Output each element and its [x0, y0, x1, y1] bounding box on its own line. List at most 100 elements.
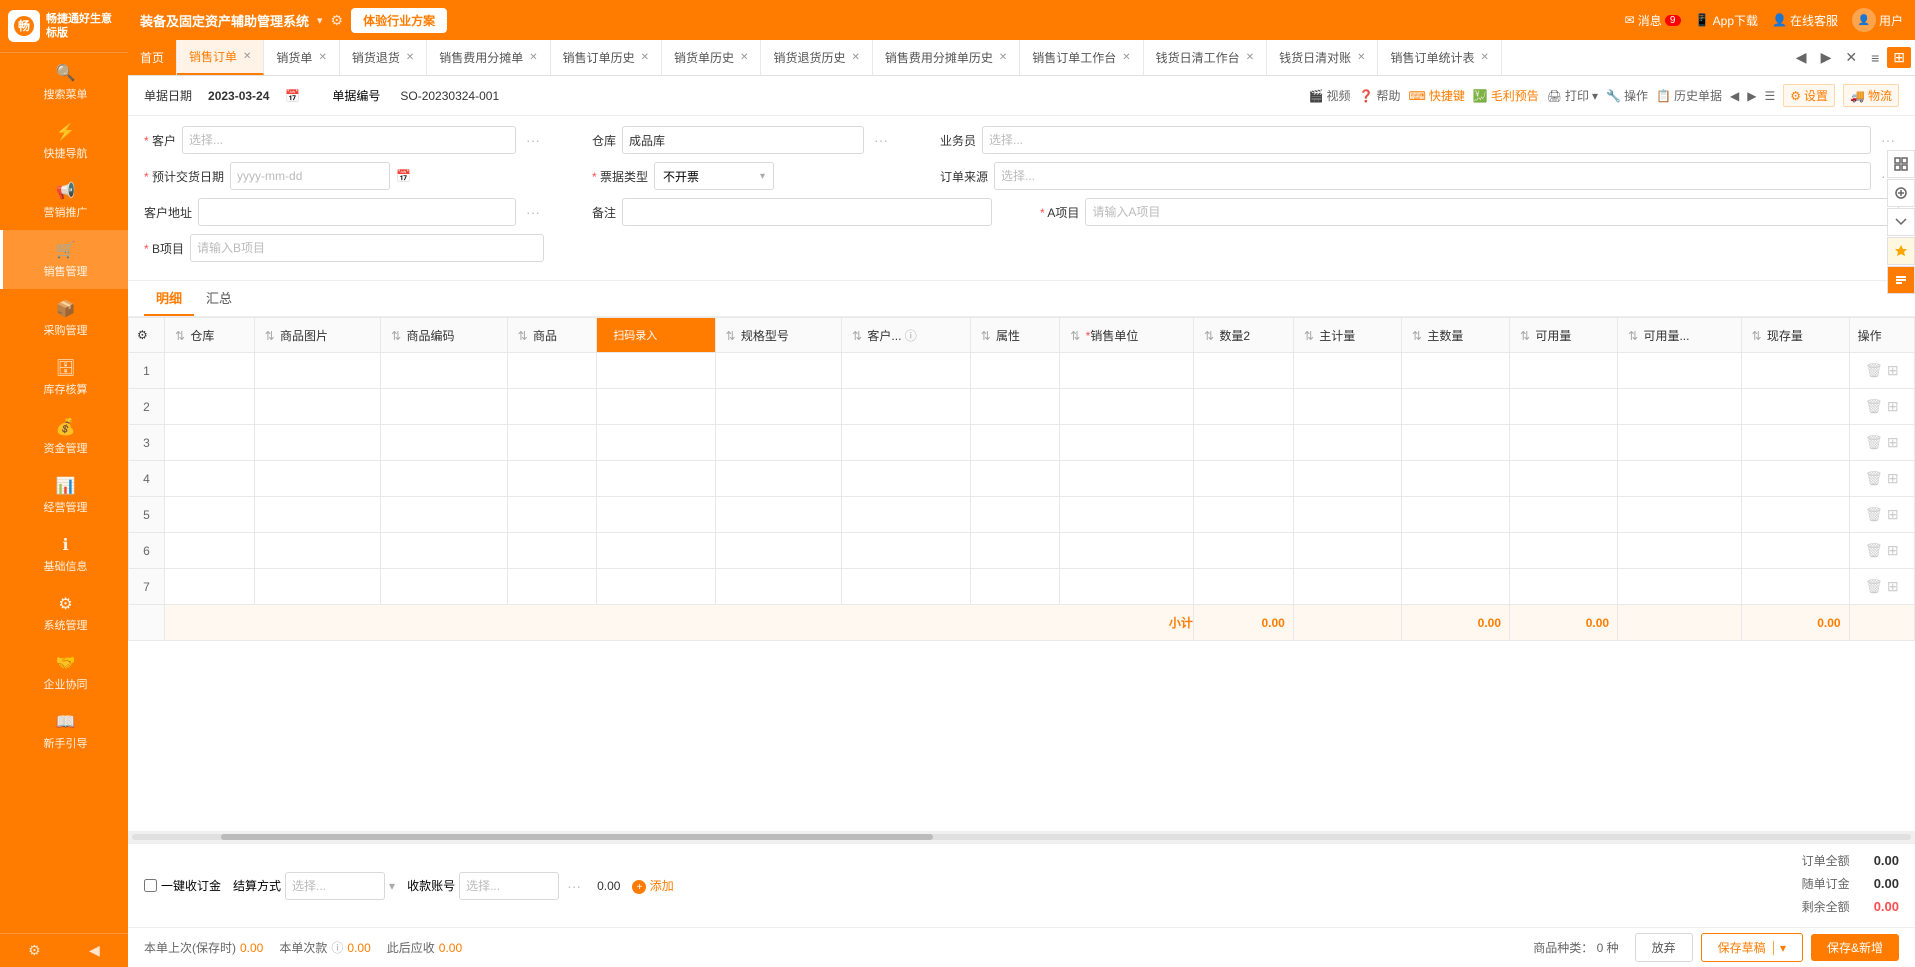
- copy-row-icon[interactable]: ⊞: [1887, 542, 1899, 559]
- table-wrapper[interactable]: ⚙ ⇅ 仓库 ⇅ 商品图片 ⇅ 商品编码 ⇅ 商品 扫码录入 ⇅ 规格型号 ⇅ …: [128, 317, 1915, 831]
- drag-handle[interactable]: ⇅: [1068, 329, 1082, 343]
- cell-spec[interactable]: [715, 353, 842, 389]
- cell-available2[interactable]: [1618, 497, 1741, 533]
- print-btn[interactable]: 🖨 打印 ▾: [1547, 87, 1598, 104]
- cell-product-img[interactable]: [254, 569, 381, 605]
- cell-spec[interactable]: [715, 389, 842, 425]
- cell-product[interactable]: [507, 353, 597, 389]
- cell-scan[interactable]: [597, 533, 715, 569]
- cell-customer-code[interactable]: [842, 533, 971, 569]
- tab-sales-return-history[interactable]: 销货退货历史 ✕: [761, 40, 872, 75]
- cell-qty2[interactable]: [1193, 497, 1293, 533]
- operation-btn[interactable]: 🔧 操作: [1606, 87, 1648, 104]
- b-project-input[interactable]: [190, 234, 544, 262]
- cell-attr[interactable]: [970, 389, 1060, 425]
- drag-handle[interactable]: ⇅: [1410, 329, 1424, 343]
- sidebar-item-system[interactable]: ⚙ 系统管理: [0, 584, 128, 643]
- cell-warehouse[interactable]: [165, 425, 255, 461]
- cell-qty2[interactable]: [1193, 533, 1293, 569]
- cell-warehouse[interactable]: [165, 389, 255, 425]
- tab-close-icon[interactable]: ✕: [1481, 52, 1489, 63]
- sidebar-item-baseinfo[interactable]: ℹ 基础信息: [0, 525, 128, 584]
- cell-product[interactable]: [507, 497, 597, 533]
- cell-main-unit[interactable]: [1293, 353, 1401, 389]
- cell-product-img[interactable]: [254, 497, 381, 533]
- sidebar-item-purchase[interactable]: 📦 采购管理: [0, 289, 128, 348]
- logistics-btn[interactable]: 🚚 物流: [1843, 84, 1899, 107]
- sidebar-item-newuser[interactable]: 📖 新手引导: [0, 702, 128, 761]
- cell-product-code[interactable]: [381, 461, 508, 497]
- tab-close-icon[interactable]: ✕: [243, 51, 251, 62]
- tab-close-icon[interactable]: ✕: [529, 52, 537, 63]
- sidebar-item-finance[interactable]: 💰 资金管理: [0, 407, 128, 466]
- cell-available[interactable]: [1510, 389, 1618, 425]
- cell-qty2[interactable]: [1193, 353, 1293, 389]
- tab-close-icon[interactable]: ✕: [318, 52, 326, 63]
- cell-current-stock[interactable]: [1741, 497, 1849, 533]
- cell-product-code[interactable]: [381, 497, 508, 533]
- cell-warehouse[interactable]: [165, 533, 255, 569]
- salesperson-input[interactable]: [982, 126, 1871, 154]
- customer-input[interactable]: [182, 126, 516, 154]
- tab-detail[interactable]: 明细: [144, 281, 194, 316]
- horizontal-scrollbar[interactable]: [128, 831, 1915, 843]
- cell-main-qty[interactable]: [1401, 533, 1509, 569]
- cell-main-unit[interactable]: [1293, 425, 1401, 461]
- grid-view-btn[interactable]: ☰: [1764, 89, 1775, 103]
- cell-available[interactable]: [1510, 497, 1618, 533]
- sidebar-item-operations[interactable]: 📊 经营管理: [0, 466, 128, 525]
- drag-handle[interactable]: ⇅: [1202, 329, 1216, 343]
- discard-btn[interactable]: 放弃: [1635, 933, 1693, 962]
- cell-customer-code[interactable]: [842, 425, 971, 461]
- cell-product[interactable]: [507, 389, 597, 425]
- cell-main-qty[interactable]: [1401, 389, 1509, 425]
- sidebar-item-search[interactable]: 🔍 搜索菜单: [0, 53, 128, 112]
- salesperson-more-btn[interactable]: ···: [1877, 132, 1899, 148]
- tab-sales-order-history[interactable]: 销售订单历史 ✕: [551, 40, 662, 75]
- cell-scan[interactable]: [597, 569, 715, 605]
- cell-available2[interactable]: [1618, 569, 1741, 605]
- drag-handle[interactable]: ⇅: [173, 329, 187, 343]
- tab-prev-btn[interactable]: ◀: [1790, 49, 1813, 66]
- delete-row-icon[interactable]: 🗑: [1865, 362, 1883, 379]
- cell-current-stock[interactable]: [1741, 569, 1849, 605]
- tab-close-icon[interactable]: ✕: [1246, 52, 1254, 63]
- cell-scan[interactable]: [597, 389, 715, 425]
- cell-product[interactable]: [507, 533, 597, 569]
- copy-row-icon[interactable]: ⊞: [1887, 578, 1899, 595]
- cell-scan[interactable]: [597, 461, 715, 497]
- drag-handle[interactable]: ⇅: [979, 329, 993, 343]
- cell-product[interactable]: [507, 569, 597, 605]
- cell-spec[interactable]: [715, 461, 842, 497]
- cell-main-qty[interactable]: [1401, 569, 1509, 605]
- save-draft-btn[interactable]: 保存草稿 ▾: [1701, 933, 1803, 962]
- right-panel-btn-1[interactable]: [1887, 150, 1915, 178]
- cell-current-stock[interactable]: [1741, 461, 1849, 497]
- shortcut-btn[interactable]: ⌨ 快捷键: [1408, 87, 1464, 104]
- cell-product-img[interactable]: [254, 533, 381, 569]
- message-btn[interactable]: ✉ 消息 9: [1625, 12, 1681, 29]
- save-draft-dropdown[interactable]: ▾: [1773, 941, 1786, 955]
- cell-main-qty[interactable]: [1401, 353, 1509, 389]
- app-download-btn[interactable]: 📱 App下载: [1695, 12, 1758, 29]
- help-btn[interactable]: ❓ 帮助: [1359, 87, 1401, 104]
- cell-available2[interactable]: [1618, 389, 1741, 425]
- tab-sales-expense[interactable]: 销售费用分摊单 ✕: [427, 40, 550, 75]
- cell-product[interactable]: [507, 461, 597, 497]
- cell-sales-unit[interactable]: [1060, 353, 1194, 389]
- delete-row-icon[interactable]: 🗑: [1865, 506, 1883, 523]
- tab-cashflow-reconcile[interactable]: 钱货日清对账 ✕: [1267, 40, 1378, 75]
- cell-warehouse[interactable]: [165, 497, 255, 533]
- tab-close-icon[interactable]: ✕: [406, 52, 414, 63]
- cell-spec[interactable]: [715, 497, 842, 533]
- receipt-more-btn[interactable]: ···: [563, 878, 585, 894]
- cell-spec[interactable]: [715, 425, 842, 461]
- cell-customer-code[interactable]: [842, 389, 971, 425]
- drag-handle[interactable]: ⇅: [850, 329, 864, 343]
- tab-sales-order[interactable]: 销售订单 ✕: [177, 40, 264, 75]
- cell-product-code[interactable]: [381, 569, 508, 605]
- copy-row-icon[interactable]: ⊞: [1887, 506, 1899, 523]
- cell-sales-unit[interactable]: [1060, 461, 1194, 497]
- cell-available[interactable]: [1510, 569, 1618, 605]
- scroll-thumb[interactable]: [221, 834, 933, 840]
